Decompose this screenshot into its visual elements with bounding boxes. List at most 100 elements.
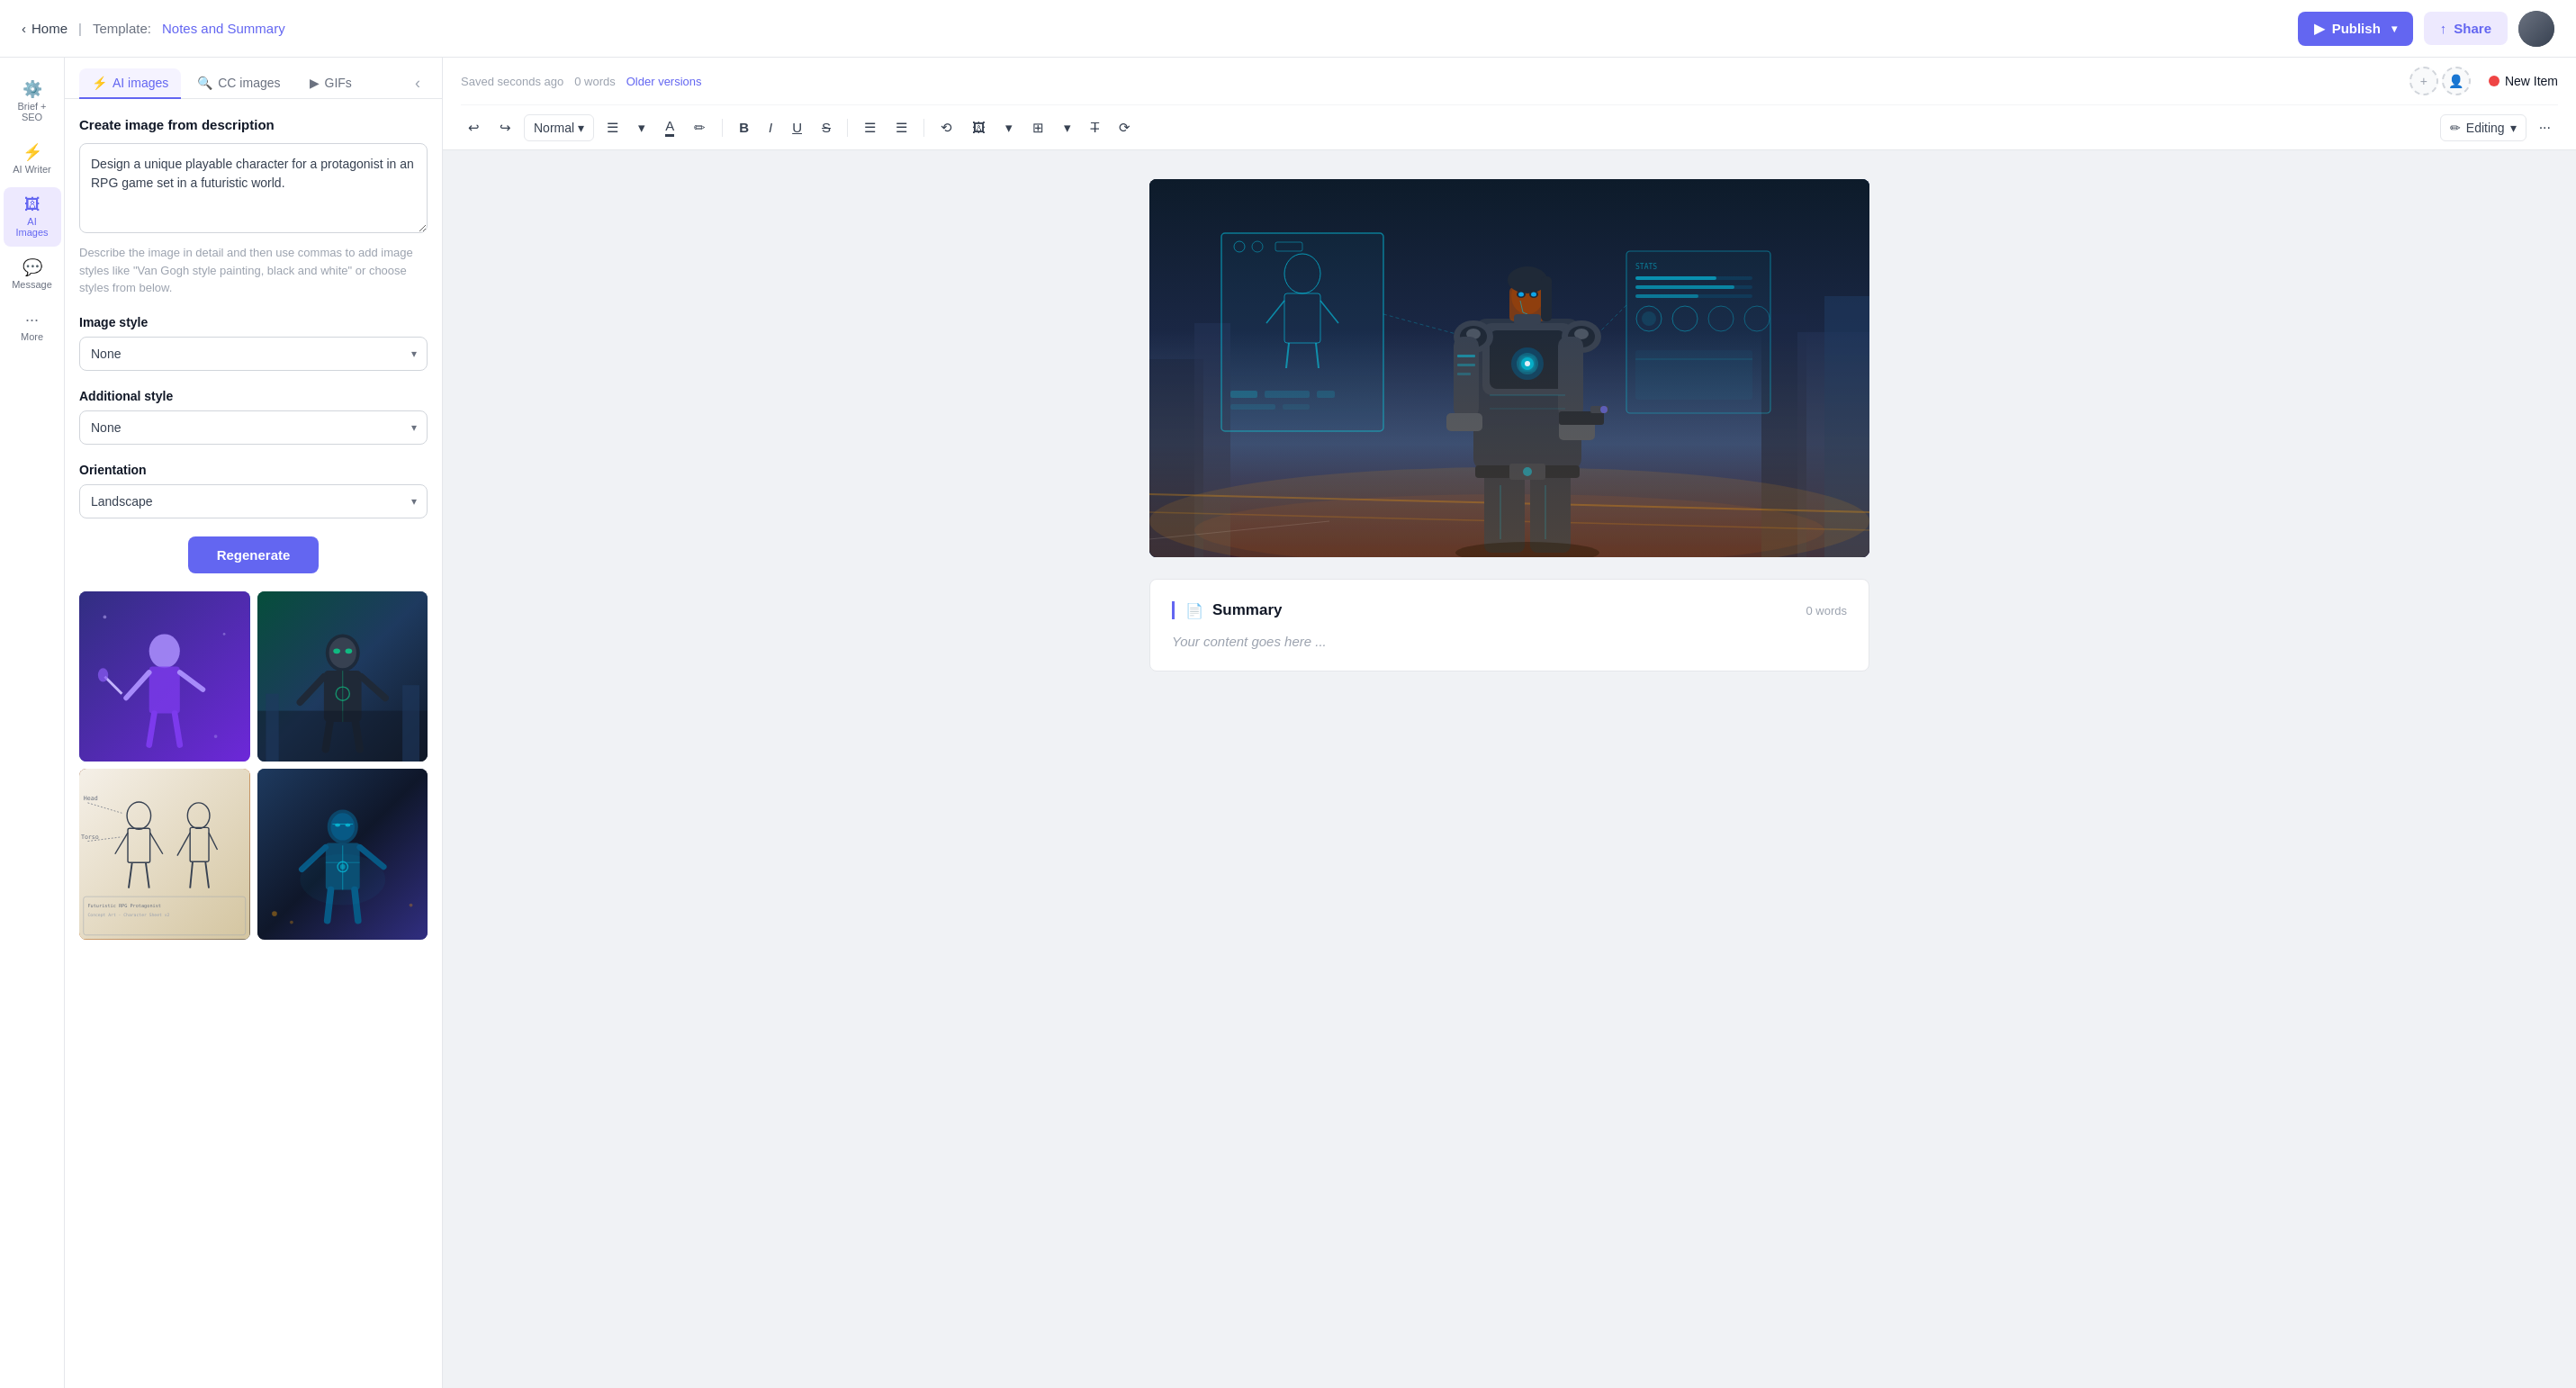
tab-cc-images[interactable]: 🔍 CC images — [185, 68, 293, 99]
tab-ai-images-label: AI images — [113, 76, 168, 90]
insert-table-chevron[interactable]: ▾ — [1057, 114, 1078, 141]
svg-text:Torso: Torso — [81, 834, 99, 841]
publish-label: Publish — [2332, 21, 2381, 36]
collaborator-avatar-2: 👤 — [2442, 67, 2471, 95]
create-image-title: Create image from description — [79, 117, 428, 132]
sidebar-label-message: Message — [12, 279, 52, 290]
insert-image-chevron[interactable]: ▾ — [998, 114, 1020, 141]
style-chevron-icon: ▾ — [578, 121, 584, 135]
more-options-button[interactable]: ··· — [2532, 114, 2558, 141]
tab-gifs[interactable]: ▶ GIFs — [297, 68, 365, 99]
bold-button[interactable]: B — [732, 114, 756, 140]
undo-button[interactable]: ↩ — [461, 114, 487, 141]
bullet-list-button[interactable]: ☰ — [857, 114, 883, 141]
older-versions-link[interactable]: Older versions — [626, 75, 702, 88]
svg-point-49 — [330, 813, 355, 840]
insert-table-button[interactable]: ⊞ — [1025, 114, 1051, 141]
toolbar-divider-3 — [923, 119, 924, 137]
breadcrumb-separator: | — [78, 21, 82, 36]
svg-point-11 — [214, 735, 218, 738]
redo-format-button[interactable]: ⟳ — [1112, 114, 1138, 141]
additional-style-select-wrapper: None Dark Bright Moody ▾ — [79, 410, 428, 445]
editor-inner: STATS — [1149, 179, 1869, 671]
new-item-button[interactable]: New Item — [2489, 74, 2558, 88]
message-icon: 💬 — [23, 259, 42, 275]
main-content-image[interactable]: STATS — [1149, 179, 1869, 557]
numbered-list-button[interactable]: ☰ — [888, 114, 914, 141]
svg-rect-25 — [266, 693, 278, 762]
summary-title-text: Summary — [1212, 601, 1797, 619]
left-sidebar: ⚙️ Brief + SEO ⚡ AI Writer 🖼 AI Images 💬… — [0, 58, 65, 1388]
collapse-panel-button[interactable]: ‹ — [408, 70, 428, 96]
svg-rect-144 — [1541, 276, 1552, 321]
italic-button[interactable]: I — [761, 114, 779, 140]
sidebar-item-more[interactable]: ··· More — [4, 302, 61, 351]
image-description-input[interactable]: Design a unique playable character for a… — [79, 143, 428, 233]
image-thumb-2[interactable] — [257, 591, 428, 762]
publish-button[interactable]: ▶ Publish ▾ — [2298, 12, 2413, 46]
align-chevron-button[interactable]: ▾ — [631, 114, 653, 141]
image-style-select[interactable]: None Photorealistic Cartoon Anime — [79, 337, 428, 371]
redo-button[interactable]: ↪ — [492, 114, 518, 141]
tab-ai-images[interactable]: ⚡ AI images — [79, 68, 181, 99]
svg-rect-97 — [1635, 276, 1716, 280]
sidebar-label-more: More — [21, 331, 43, 342]
avatar-person-icon: 👤 — [2448, 74, 2463, 88]
additional-style-select[interactable]: None Dark Bright Moody — [79, 410, 428, 445]
highlight-button[interactable]: ✏ — [687, 114, 713, 141]
ai-images-panel: ⚡ AI images 🔍 CC images ▶ GIFs ‹ Create … — [65, 58, 443, 1388]
home-link[interactable]: ‹ Home — [22, 21, 68, 36]
new-item-label: New Item — [2505, 74, 2558, 88]
highlight-icon: ✏ — [694, 120, 706, 136]
panel-content: Create image from description Design a u… — [65, 99, 442, 1388]
tab-ai-images-icon: ⚡ — [92, 76, 107, 90]
top-navigation: ‹ Home | Template: Notes and Summary ▶ P… — [0, 0, 2576, 58]
panel-tabs: ⚡ AI images 🔍 CC images ▶ GIFs ‹ — [65, 58, 442, 99]
format-clear-button[interactable]: T̶ — [1084, 114, 1106, 141]
image-thumb-1[interactable] — [79, 591, 250, 762]
text-style-label: Normal — [534, 121, 574, 135]
svg-point-1 — [149, 634, 180, 668]
sidebar-label-ai-images: AI Images — [11, 216, 54, 238]
text-style-select[interactable]: Normal ▾ — [524, 114, 594, 141]
svg-rect-2 — [149, 666, 180, 713]
strikethrough-button[interactable]: S — [815, 114, 838, 140]
avatar-plus-icon: + — [2420, 74, 2427, 88]
hint-text: Describe the image in detail and then us… — [79, 244, 428, 297]
main-layout: ⚙️ Brief + SEO ⚡ AI Writer 🖼 AI Images 💬… — [0, 58, 2576, 1388]
text-color-icon: A — [665, 118, 674, 137]
text-color-button[interactable]: A — [658, 113, 681, 142]
undo-format-button[interactable]: ⟲ — [933, 114, 959, 141]
orientation-select[interactable]: Landscape Portrait Square — [79, 484, 428, 518]
sidebar-item-brief-seo[interactable]: ⚙️ Brief + SEO — [4, 72, 61, 131]
svg-point-8 — [98, 668, 108, 681]
saved-status: Saved seconds ago — [461, 75, 563, 88]
regenerate-button[interactable]: Regenerate — [188, 536, 320, 573]
svg-point-16 — [345, 648, 352, 653]
editing-mode-select[interactable]: ✏ Editing ▾ — [2440, 114, 2526, 141]
sidebar-label-brief-seo: Brief + SEO — [11, 101, 54, 122]
svg-text:STATS: STATS — [1635, 263, 1657, 271]
image-thumb-4[interactable] — [257, 769, 428, 940]
sidebar-item-message[interactable]: 💬 Message — [4, 250, 61, 299]
sidebar-item-ai-images[interactable]: 🖼 AI Images — [4, 187, 61, 247]
align-button[interactable]: ☰ — [599, 114, 626, 141]
svg-point-150 — [1531, 293, 1536, 297]
word-count: 0 words — [574, 75, 616, 88]
sidebar-item-ai-writer[interactable]: ⚡ AI Writer — [4, 135, 61, 184]
svg-point-10 — [223, 632, 226, 635]
summary-placeholder-text[interactable]: Your content goes here ... — [1172, 634, 1847, 649]
underline-button[interactable]: U — [785, 114, 809, 140]
template-name-link[interactable]: Notes and Summary — [162, 21, 285, 36]
image-thumb-3[interactable]: Head Torso Futuristic RPG Protagonist Co… — [79, 769, 250, 940]
orientation-label: Orientation — [79, 463, 428, 477]
orientation-select-wrapper: Landscape Portrait Square ▾ — [79, 484, 428, 518]
svg-text:Concept Art - Character Sheet : Concept Art - Character Sheet v2 — [87, 913, 169, 917]
svg-point-15 — [333, 648, 340, 653]
ai-image-scene: STATS — [1149, 179, 1869, 557]
chevron-left-icon: ‹ — [22, 21, 26, 36]
svg-rect-151 — [1514, 314, 1541, 325]
insert-image-button[interactable]: 🖼 — [965, 114, 993, 140]
user-avatar[interactable] — [2518, 11, 2554, 47]
share-button[interactable]: ↑ Share — [2424, 12, 2508, 45]
